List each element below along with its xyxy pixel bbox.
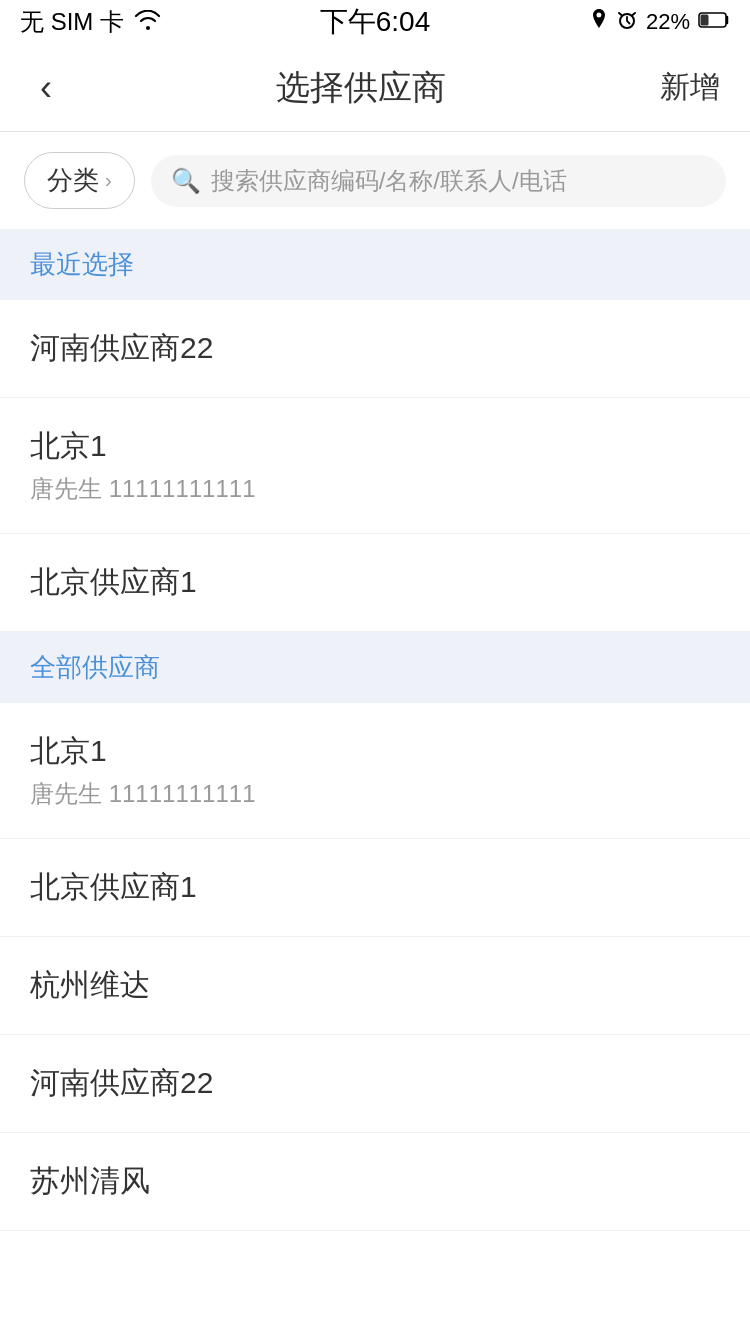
- list-item[interactable]: 苏州清风: [0, 1133, 750, 1231]
- all-section-label: 全部供应商: [30, 652, 160, 682]
- item-name: 北京1: [30, 426, 720, 467]
- list-item[interactable]: 北京供应商1: [0, 534, 750, 632]
- list-item[interactable]: 北京供应商1: [0, 839, 750, 937]
- add-button[interactable]: 新增: [660, 67, 720, 108]
- all-items-list: 北京1 唐先生 11111111111 北京供应商1 杭州维达河南供应商22 苏州清风: [0, 703, 750, 1231]
- recent-section-label: 最近选择: [30, 249, 134, 279]
- page-title: 选择供应商: [276, 65, 446, 111]
- status-time: 下午6:04: [320, 3, 431, 41]
- item-sub: 唐先生 11111111111: [30, 473, 720, 505]
- recent-section-header: 最近选择: [0, 229, 750, 300]
- alarm-icon: [616, 8, 638, 36]
- filter-bar: 分类 › 🔍: [0, 132, 750, 229]
- search-box[interactable]: 🔍: [151, 155, 726, 207]
- item-name: 河南供应商22: [30, 328, 720, 369]
- item-name: 苏州清风: [30, 1161, 720, 1202]
- recent-items-list: 河南供应商22 北京1 唐先生 11111111111 北京供应商1: [0, 300, 750, 632]
- list-item[interactable]: 河南供应商22: [0, 1035, 750, 1133]
- list-item[interactable]: 北京1 唐先生 11111111111: [0, 398, 750, 534]
- battery-icon: [698, 9, 730, 35]
- status-bar: 无 SIM 卡 下午6:04 22%: [0, 0, 750, 44]
- all-section-header: 全部供应商: [0, 632, 750, 703]
- wifi-icon: [134, 8, 162, 36]
- list-item[interactable]: 北京1 唐先生 11111111111: [0, 703, 750, 839]
- status-left: 无 SIM 卡: [20, 6, 162, 38]
- item-name: 北京供应商1: [30, 867, 720, 908]
- status-right: 22%: [590, 8, 730, 36]
- back-button[interactable]: ‹: [30, 57, 62, 119]
- item-name: 北京供应商1: [30, 562, 720, 603]
- search-icon: 🔍: [171, 167, 201, 195]
- item-name: 北京1: [30, 731, 720, 772]
- battery-percent: 22%: [646, 9, 690, 35]
- sim-status: 无 SIM 卡: [20, 6, 124, 38]
- list-item[interactable]: 杭州维达: [0, 937, 750, 1035]
- category-filter-button[interactable]: 分类 ›: [24, 152, 135, 209]
- search-input[interactable]: [211, 167, 706, 195]
- list-item[interactable]: 河南供应商22: [0, 300, 750, 398]
- item-name: 河南供应商22: [30, 1063, 720, 1104]
- item-name: 杭州维达: [30, 965, 720, 1006]
- nav-bar: ‹ 选择供应商 新增: [0, 44, 750, 132]
- category-label: 分类: [47, 163, 99, 198]
- chevron-right-icon: ›: [105, 169, 112, 192]
- location-icon: [590, 8, 608, 36]
- svg-rect-2: [701, 15, 709, 26]
- item-sub: 唐先生 11111111111: [30, 778, 720, 810]
